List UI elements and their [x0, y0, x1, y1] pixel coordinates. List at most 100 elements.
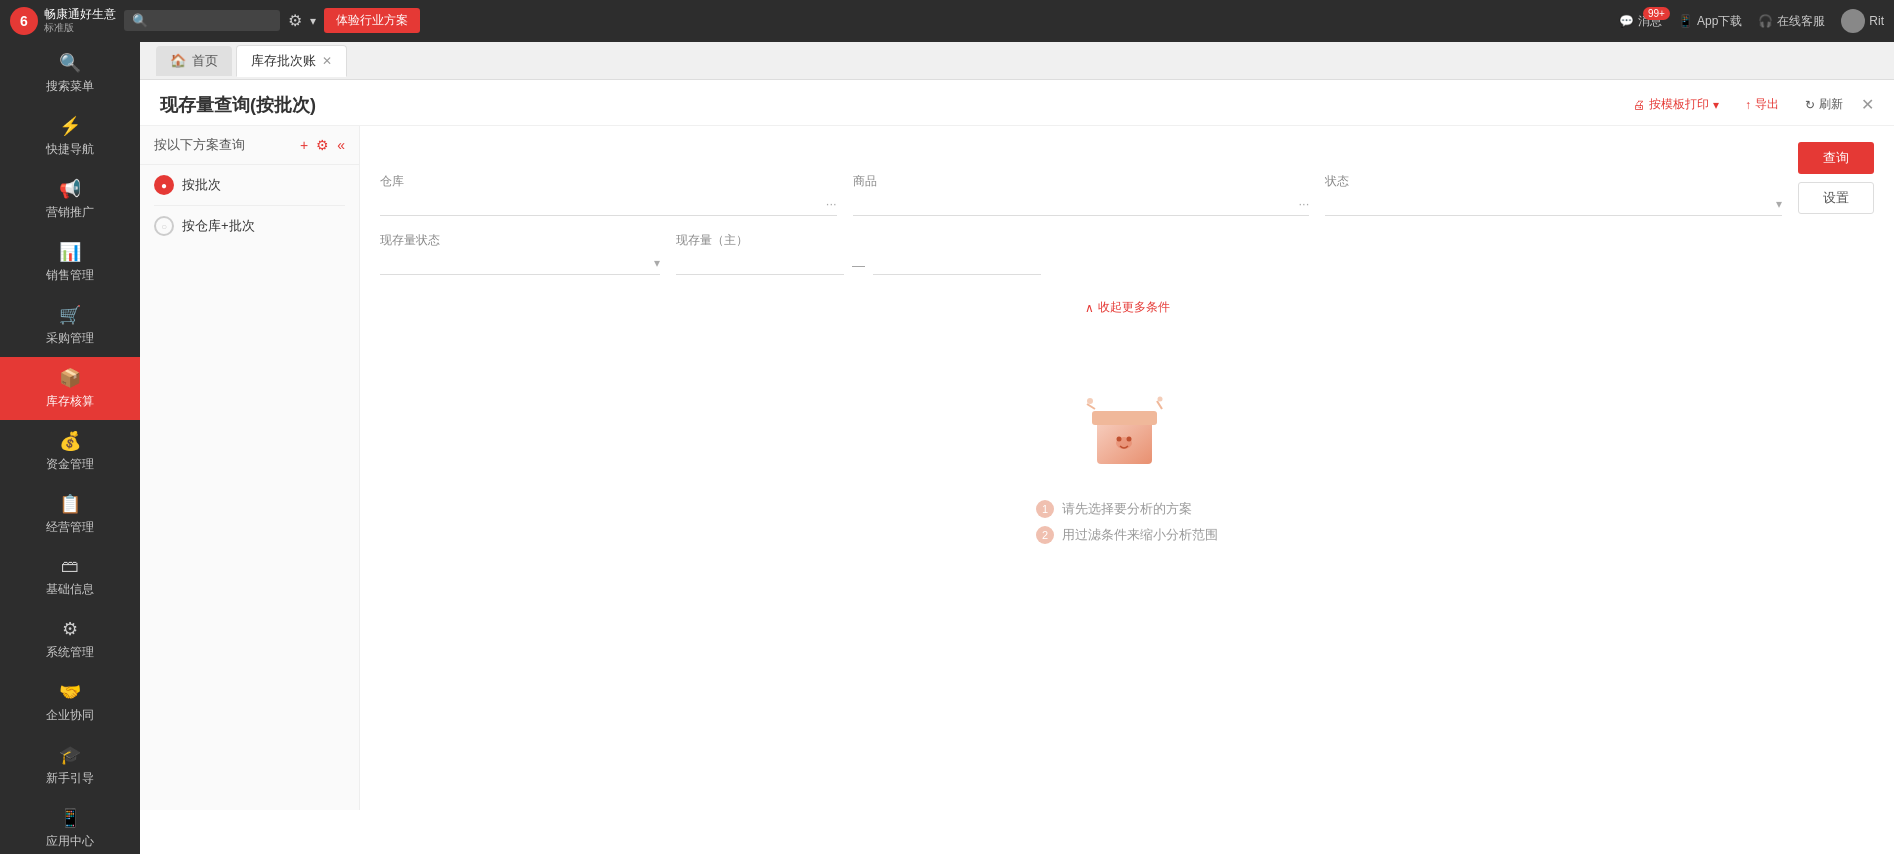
chevron-down-icon: ▾	[1713, 98, 1719, 112]
search-area: 仓库 ··· 商品 ···	[360, 126, 1894, 810]
handshake-icon: 🤝	[59, 681, 81, 703]
status-select[interactable]: 全部 正常 禁用	[1325, 196, 1776, 211]
tip-text-1: 请先选择要分析的方案	[1062, 500, 1192, 518]
stock-qty-label: 现存量（主）	[676, 232, 956, 249]
sidebar-item-label: 系统管理	[46, 644, 94, 661]
messages-badge: 99+	[1643, 7, 1670, 20]
sidebar-item-search[interactable]: 🔍 搜索菜单	[0, 42, 140, 105]
home-icon: 🏠	[170, 53, 186, 68]
scheme-batch[interactable]: ● 按批次	[140, 165, 359, 205]
sidebar-item-operations[interactable]: 📋 经营管理	[0, 483, 140, 546]
add-scheme-btn[interactable]: +	[300, 137, 308, 153]
scheme-batch-active-icon: ●	[154, 175, 174, 195]
sidebar-item-quick-nav[interactable]: ⚡ 快捷导航	[0, 105, 140, 168]
stock-qty-max-input[interactable]	[873, 255, 1041, 275]
online-service-label: 在线客服	[1777, 13, 1825, 30]
archive-icon: 🗃	[61, 556, 79, 577]
warehouse-dots[interactable]: ···	[826, 196, 837, 211]
filter-panel: 按以下方案查询 + ⚙ « ● 按批次 ○ 按仓库+批次	[140, 126, 360, 810]
main-layout: 🔍 搜索菜单 ⚡ 快捷导航 📢 营销推广 📊 销售管理 🛒 采购管理 📦 库存核…	[0, 42, 1894, 854]
sidebar-item-sales[interactable]: 📊 销售管理	[0, 231, 140, 294]
print-btn[interactable]: 🖨 按模板打印 ▾	[1625, 92, 1727, 117]
warehouse-input[interactable]	[380, 196, 826, 211]
sidebar-item-inventory[interactable]: 📦 库存核算	[0, 357, 140, 420]
filter-title: 按以下方案查询	[154, 136, 245, 154]
svg-rect-1	[1092, 411, 1157, 425]
empty-illustration	[1082, 389, 1172, 479]
money-icon: 💰	[59, 430, 81, 452]
scheme-warehouse-batch[interactable]: ○ 按仓库+批次	[140, 206, 359, 246]
tip-item-1: 1 请先选择要分析的方案	[1036, 500, 1218, 518]
user-item[interactable]: Rit	[1841, 9, 1884, 33]
sidebar-item-basics[interactable]: 🗃 基础信息	[0, 546, 140, 608]
sidebar-item-apps[interactable]: 📱 应用中心	[0, 797, 140, 854]
export-btn[interactable]: ↑ 导出	[1737, 92, 1787, 117]
search-icon: 🔍	[59, 52, 81, 74]
filter-header: 按以下方案查询 + ⚙ «	[140, 126, 359, 165]
chevron-icon: ▾	[310, 14, 316, 28]
sidebar-item-label: 库存核算	[46, 393, 94, 410]
scheme-settings-btn[interactable]: ⚙	[316, 137, 329, 153]
sidebar-item-finance[interactable]: 💰 资金管理	[0, 420, 140, 483]
close-panel-btn[interactable]: ✕	[1861, 95, 1874, 114]
online-service-item[interactable]: 🎧 在线客服	[1758, 13, 1825, 30]
body-layout: 按以下方案查询 + ⚙ « ● 按批次 ○ 按仓库+批次	[140, 126, 1894, 810]
product-input-row: ···	[853, 196, 1310, 216]
refresh-btn[interactable]: ↻ 刷新	[1797, 92, 1851, 117]
sidebar-item-marketing[interactable]: 📢 营销推广	[0, 168, 140, 231]
top-bar: 6 畅康通好生意 标准版 🔍 ⚙ ▾ 体验行业方案 💬 消息 99+ 📱 App…	[0, 0, 1894, 42]
product-input[interactable]	[853, 196, 1299, 211]
collapse-row[interactable]: ∧ 收起更多条件	[380, 291, 1874, 324]
sidebar-item-label: 快捷导航	[46, 141, 94, 158]
filter-icons: + ⚙ «	[300, 137, 345, 153]
messages-item[interactable]: 💬 消息 99+	[1619, 13, 1662, 30]
query-button[interactable]: 查询	[1798, 142, 1874, 174]
stock-qty-min-input[interactable]	[676, 255, 844, 275]
tab-close-icon[interactable]: ✕	[322, 54, 332, 68]
sidebar-item-system[interactable]: ⚙ 系统管理	[0, 608, 140, 671]
experience-btn[interactable]: 体验行业方案	[324, 8, 420, 33]
warehouse-label: 仓库	[380, 173, 837, 190]
collapse-filter-btn[interactable]: «	[337, 137, 345, 153]
header-actions: 🖨 按模板打印 ▾ ↑ 导出 ↻ 刷新 ✕	[1625, 92, 1874, 117]
tip-num-2: 2	[1036, 526, 1054, 544]
sidebar-item-label: 营销推广	[46, 204, 94, 221]
stock-qty-range: —	[676, 255, 956, 275]
stock-qty-separator: —	[852, 258, 865, 273]
page-header: 现存量查询(按批次) 🖨 按模板打印 ▾ ↑ 导出 ↻ 刷新	[140, 80, 1894, 126]
top-gear-button[interactable]: ⚙	[288, 11, 302, 30]
sidebar-item-purchase[interactable]: 🛒 采购管理	[0, 294, 140, 357]
sidebar: 🔍 搜索菜单 ⚡ 快捷导航 📢 营销推广 📊 销售管理 🛒 采购管理 📦 库存核…	[0, 42, 140, 854]
megaphone-icon: 📢	[59, 178, 81, 200]
stock-status-select-row: 全部 有库存 无库存 ▾	[380, 255, 660, 275]
clipboard-icon: 📋	[59, 493, 81, 515]
product-dots[interactable]: ···	[1299, 196, 1310, 211]
sidebar-item-label: 销售管理	[46, 267, 94, 284]
logo-area: 6 畅康通好生意 标准版	[10, 7, 116, 35]
empty-icon	[1077, 384, 1177, 484]
top-bar-right: 💬 消息 99+ 📱 App下载 🎧 在线客服 Rit	[1619, 9, 1884, 33]
tab-bar: 🏠 首页 库存批次账 ✕	[140, 42, 1894, 80]
tab-inventory-batch[interactable]: 库存批次账 ✕	[236, 45, 347, 77]
print-icon: 🖨	[1633, 98, 1645, 112]
status-chevron-icon: ▾	[1776, 197, 1782, 211]
phone-icon: 📱	[1678, 14, 1693, 28]
top-search-bar[interactable]: 🔍	[124, 10, 280, 31]
message-icon: 💬	[1619, 14, 1634, 28]
sidebar-item-newuser[interactable]: 🎓 新手引导	[0, 734, 140, 797]
sidebar-item-label: 应用中心	[46, 833, 94, 850]
sidebar-item-enterprise[interactable]: 🤝 企业协同	[0, 671, 140, 734]
mobile-icon: 📱	[59, 807, 81, 829]
tab-home[interactable]: 🏠 首页	[156, 46, 232, 76]
app-download-label: App下载	[1697, 13, 1742, 30]
app-download-item[interactable]: 📱 App下载	[1678, 13, 1742, 30]
box-icon: 📦	[59, 367, 81, 389]
empty-tips: 1 请先选择要分析的方案 2 用过滤条件来缩小分析范围	[1036, 500, 1218, 544]
status-label: 状态	[1325, 173, 1782, 190]
refresh-label: 刷新	[1819, 96, 1843, 113]
stock-status-select[interactable]: 全部 有库存 无库存	[380, 255, 654, 270]
settings-button[interactable]: 设置	[1798, 182, 1874, 214]
export-icon: ↑	[1745, 98, 1751, 112]
top-search-input[interactable]	[152, 14, 272, 28]
svg-line-5	[1087, 404, 1095, 409]
